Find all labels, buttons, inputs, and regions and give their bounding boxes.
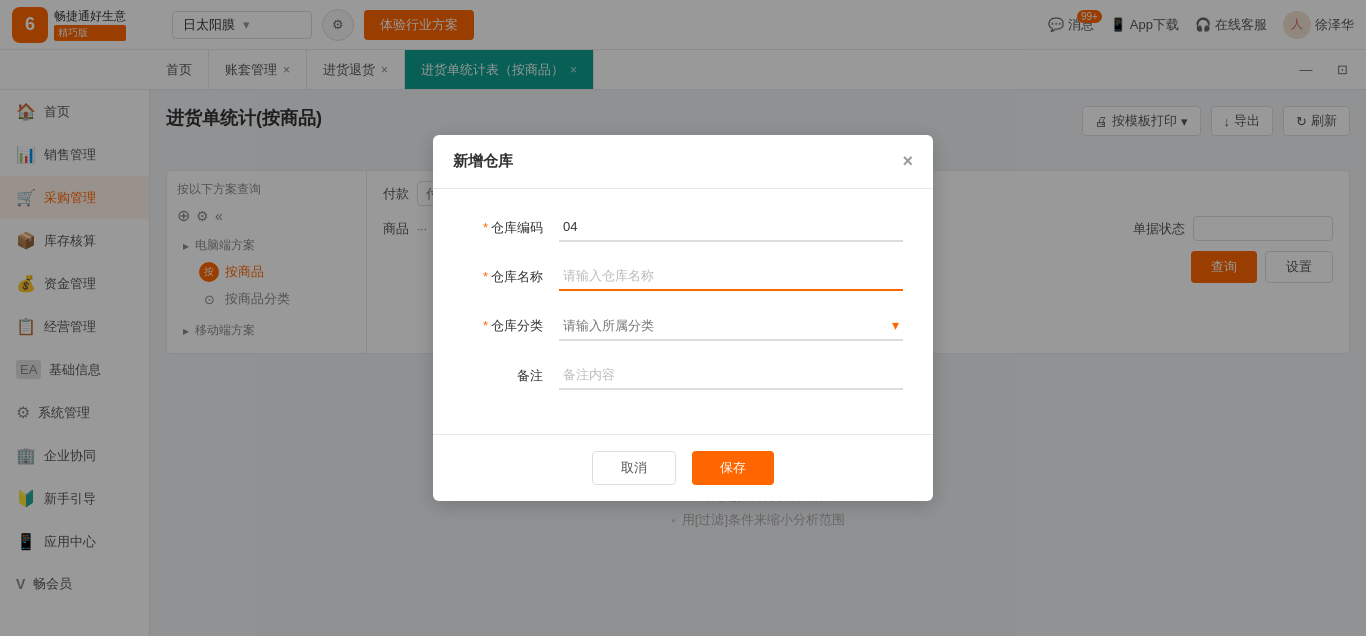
form-remark-label: 备注 <box>463 367 543 385</box>
new-warehouse-modal: 新增仓库 × 仓库编码 仓库名称 仓库分类 ▾ <box>433 135 933 501</box>
modal-close-button[interactable]: × <box>902 151 913 172</box>
warehouse-category-selector[interactable]: ▾ <box>559 311 903 341</box>
modal-footer: 取消 保存 <box>433 434 933 501</box>
warehouse-name-input[interactable] <box>559 262 903 291</box>
modal-body: 仓库编码 仓库名称 仓库分类 ▾ 备注 <box>433 189 933 434</box>
form-row-category: 仓库分类 ▾ <box>463 311 903 341</box>
warehouse-remark-input[interactable] <box>559 361 903 390</box>
modal-title: 新增仓库 <box>453 152 513 171</box>
warehouse-code-input[interactable] <box>559 213 903 242</box>
modal-header: 新增仓库 × <box>433 135 933 189</box>
cancel-button[interactable]: 取消 <box>592 451 676 485</box>
form-row-remark: 备注 <box>463 361 903 390</box>
save-button[interactable]: 保存 <box>692 451 774 485</box>
category-dropdown-arrow: ▾ <box>892 317 899 333</box>
modal-overlay: 新增仓库 × 仓库编码 仓库名称 仓库分类 ▾ <box>0 0 1366 636</box>
form-row-code: 仓库编码 <box>463 213 903 242</box>
warehouse-category-input[interactable] <box>563 318 892 333</box>
form-category-label: 仓库分类 <box>463 317 543 335</box>
form-code-label: 仓库编码 <box>463 219 543 237</box>
form-name-label: 仓库名称 <box>463 268 543 286</box>
form-row-name: 仓库名称 <box>463 262 903 291</box>
